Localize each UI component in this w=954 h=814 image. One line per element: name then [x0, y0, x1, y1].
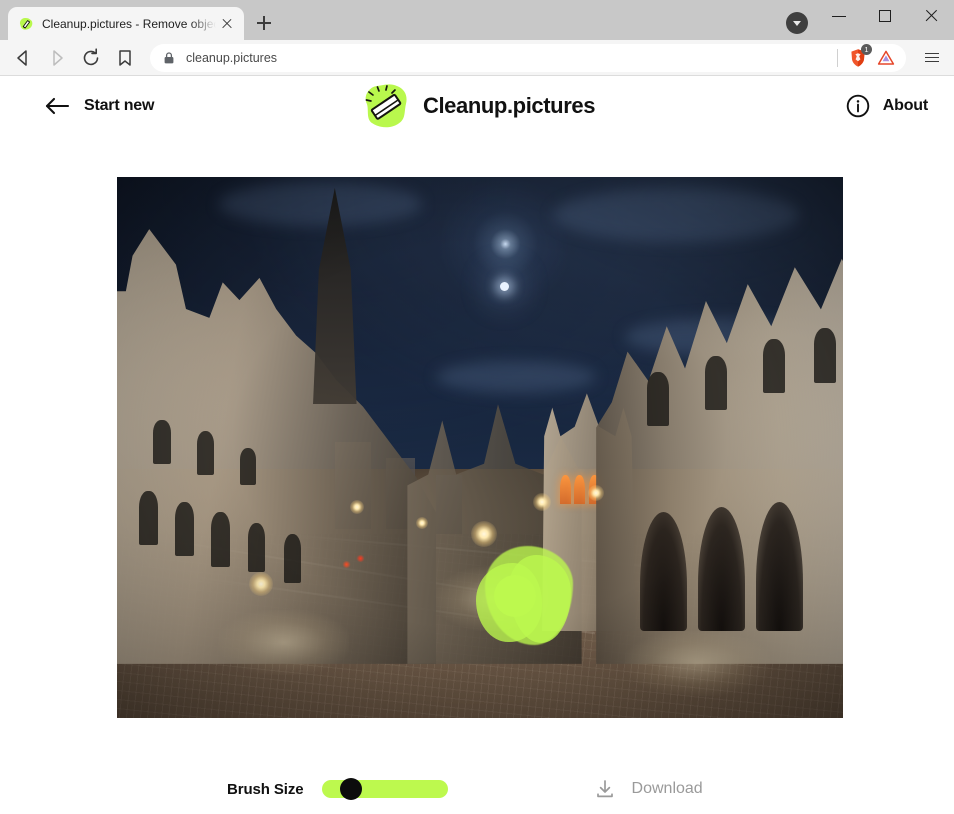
start-new-label: Start new: [84, 97, 155, 114]
tail-light: [341, 560, 351, 568]
address-bar[interactable]: cleanup.pictures 1: [150, 43, 906, 72]
minimize-button[interactable]: [816, 0, 862, 32]
start-new-button[interactable]: Start new: [44, 96, 154, 116]
street-lamp: [349, 500, 364, 514]
eraser-logo: [359, 82, 411, 130]
cloud: [552, 187, 800, 242]
forward-icon: [42, 43, 72, 73]
info-circle-icon: [845, 93, 871, 119]
window: [247, 523, 266, 572]
browser-tab[interactable]: Cleanup.pictures - Remove object: [8, 7, 244, 40]
browser-menu-icon[interactable]: [918, 44, 946, 72]
street-lamp: [532, 492, 551, 511]
brush-size-slider[interactable]: [321, 778, 448, 800]
editor-controls: Brush Size Download: [0, 759, 954, 814]
lit-window: [574, 474, 586, 505]
reload-icon[interactable]: [76, 43, 106, 73]
close-window-button[interactable]: [908, 0, 954, 32]
window: [175, 501, 194, 556]
wet-reflection: [625, 631, 771, 697]
window: [646, 371, 669, 426]
lock-icon: [162, 51, 176, 65]
browser-window: Cleanup.pictures - Remove object cleanup…: [0, 0, 954, 814]
brush-size-control: Brush Size: [227, 778, 448, 800]
window: [153, 420, 171, 464]
street-lamp: [248, 571, 273, 596]
tab-title: Cleanup.pictures - Remove object: [42, 16, 216, 31]
lit-window: [559, 474, 571, 505]
shields-badge: 1: [861, 43, 872, 55]
window: [283, 534, 302, 583]
new-tab-button[interactable]: [250, 9, 278, 37]
brave-rewards-icon[interactable]: [875, 47, 897, 69]
window: [211, 512, 231, 567]
window-controls: [816, 0, 954, 40]
cloud: [218, 182, 422, 226]
window: [705, 355, 727, 410]
tab-strip: Cleanup.pictures - Remove object: [0, 0, 954, 40]
brand-title: Cleanup.pictures: [422, 93, 596, 118]
brand: Cleanup.pictures: [359, 82, 595, 130]
about-button[interactable]: About: [845, 93, 928, 119]
download-icon: [594, 778, 616, 800]
browser-toolbar: cleanup.pictures 1: [0, 40, 954, 76]
back-icon[interactable]: [8, 43, 38, 73]
arrow-left-icon: [44, 96, 70, 116]
slider-thumb[interactable]: [339, 778, 362, 800]
bookmark-icon[interactable]: [110, 43, 140, 73]
window: [138, 490, 158, 545]
page-content: Start new Cleanup.pictures About Brush S…: [0, 76, 954, 814]
brush-size-label: Brush Size: [227, 780, 304, 798]
maximize-button[interactable]: [862, 0, 908, 32]
close-icon[interactable]: [218, 15, 236, 33]
window: [813, 328, 836, 383]
download-label: Download: [631, 780, 703, 797]
tab-search-icon[interactable]: [786, 12, 808, 34]
moon: [500, 281, 510, 291]
window: [240, 447, 257, 486]
brush-cursor: [494, 575, 536, 617]
about-label: About: [882, 97, 928, 114]
url-text: cleanup.pictures: [186, 50, 278, 65]
wet-reflection: [218, 609, 350, 675]
brave-shields-icon[interactable]: 1: [847, 43, 872, 69]
app-header: Start new Cleanup.pictures About: [0, 76, 954, 136]
cleanup-pictures-favicon: [18, 16, 34, 32]
toolbar-divider: [837, 48, 838, 67]
street-lamp: [470, 521, 497, 548]
editor-canvas[interactable]: [117, 177, 843, 718]
download-button[interactable]: Download: [594, 778, 703, 800]
source-photo[interactable]: [117, 177, 843, 718]
window: [763, 339, 785, 394]
window: [196, 431, 215, 475]
